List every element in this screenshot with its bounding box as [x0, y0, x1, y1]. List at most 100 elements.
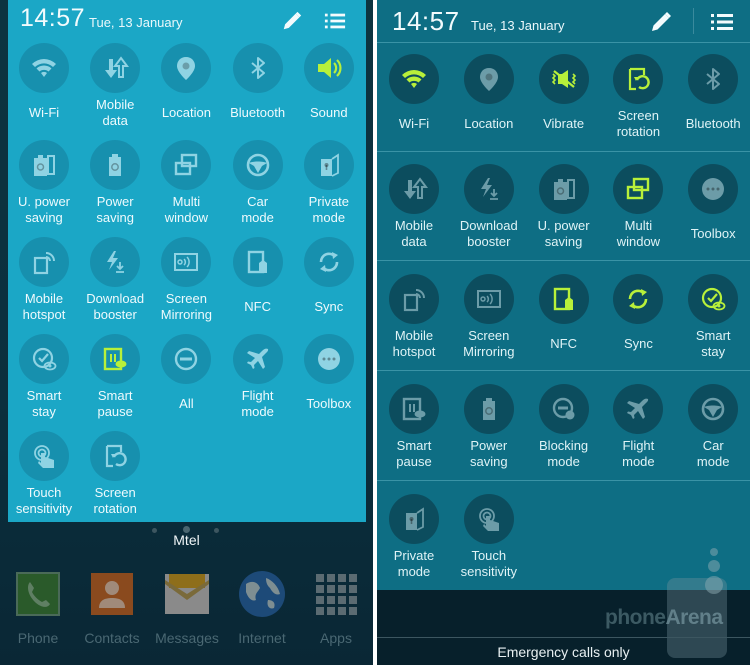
- pencil-icon[interactable]: [649, 10, 673, 34]
- toggle-button[interactable]: [613, 164, 664, 214]
- toggle-button[interactable]: [463, 274, 514, 324]
- toggle-button[interactable]: [463, 54, 514, 104]
- toggle-button[interactable]: [303, 140, 354, 190]
- toggle-button[interactable]: [90, 43, 141, 93]
- dock-messages[interactable]: Messages: [155, 572, 219, 646]
- list-icon[interactable]: [710, 12, 734, 32]
- quick-setting-toggle[interactable]: Sound: [293, 43, 365, 129]
- toggle-button[interactable]: [19, 43, 69, 93]
- quick-setting-toggle[interactable]: Toolbox: [677, 164, 749, 250]
- quick-setting-toggle[interactable]: NFC: [222, 237, 294, 323]
- quick-setting-toggle[interactable]: Private mode: [293, 140, 365, 226]
- toggle-button[interactable]: [90, 334, 141, 384]
- quick-setting-toggle[interactable]: Mobile data: [79, 43, 151, 129]
- pencil-icon[interactable]: [281, 10, 303, 32]
- quick-setting-toggle[interactable]: Mobile data: [378, 164, 450, 250]
- toggle-button[interactable]: [688, 54, 739, 104]
- toggle-button[interactable]: [90, 237, 141, 287]
- toggle-button[interactable]: [19, 334, 69, 384]
- list-icon[interactable]: [324, 11, 346, 31]
- toggle-button[interactable]: [232, 140, 283, 190]
- toggle-button[interactable]: [19, 140, 69, 190]
- quick-setting-toggle[interactable]: Flight mode: [222, 334, 294, 420]
- smart-pause-icon: [103, 347, 127, 371]
- quick-setting-toggle[interactable]: Touch sensitivity: [8, 431, 80, 517]
- dock-internet[interactable]: Internet: [232, 571, 292, 646]
- dock-phone[interactable]: Phone: [8, 572, 68, 646]
- toggle-button[interactable]: [463, 384, 514, 434]
- toggle-button[interactable]: [688, 164, 739, 214]
- toggle-button[interactable]: [538, 164, 589, 214]
- toggle-button[interactable]: [161, 237, 212, 287]
- toggle-button[interactable]: [613, 54, 664, 104]
- toggle-button[interactable]: [19, 431, 69, 481]
- toggle-button[interactable]: [161, 334, 212, 384]
- quick-setting-toggle[interactable]: U. power saving: [8, 140, 80, 226]
- quick-setting-toggle[interactable]: Smart pause: [378, 384, 450, 470]
- toggle-button[interactable]: [538, 54, 589, 104]
- quick-setting-toggle[interactable]: Screen rotation: [602, 54, 674, 140]
- toggle-button[interactable]: [463, 164, 514, 214]
- toggle-button[interactable]: [389, 54, 439, 104]
- quick-setting-toggle[interactable]: Download booster: [79, 237, 151, 323]
- toggle-button[interactable]: [161, 43, 212, 93]
- quick-setting-toggle[interactable]: Screen rotation: [79, 431, 151, 517]
- quick-setting-toggle[interactable]: Wi-Fi: [378, 54, 450, 140]
- quick-setting-toggle[interactable]: Smart stay: [8, 334, 80, 420]
- toggle-button[interactable]: [389, 164, 439, 214]
- toggle-button[interactable]: [232, 334, 283, 384]
- quick-setting-toggle[interactable]: Sync: [602, 274, 674, 360]
- toggle-button[interactable]: [688, 274, 739, 324]
- quick-setting-toggle[interactable]: NFC: [528, 274, 600, 360]
- toggle-button[interactable]: [463, 494, 514, 544]
- quick-setting-toggle[interactable]: Bluetooth: [677, 54, 749, 140]
- toggle-button[interactable]: [538, 274, 589, 324]
- quick-setting-toggle[interactable]: All: [150, 334, 222, 420]
- toggle-button[interactable]: [389, 274, 439, 324]
- quick-setting-toggle[interactable]: Mobile hotspot: [378, 274, 450, 360]
- quick-setting-toggle[interactable]: Bluetooth: [222, 43, 294, 129]
- quick-setting-toggle[interactable]: Wi-Fi: [8, 43, 80, 129]
- dock-label: Apps: [320, 630, 352, 646]
- toggle-button[interactable]: [688, 384, 739, 434]
- quick-setting-toggle[interactable]: U. power saving: [528, 164, 600, 250]
- quick-setting-toggle[interactable]: Download booster: [453, 164, 525, 250]
- toggle-button[interactable]: [389, 384, 439, 434]
- quick-setting-toggle[interactable]: Power saving: [79, 140, 151, 226]
- quick-setting-toggle[interactable]: Smart pause: [79, 334, 151, 420]
- quick-setting-toggle[interactable]: Car mode: [677, 384, 749, 470]
- toggle-button[interactable]: [303, 237, 354, 287]
- quick-setting-toggle[interactable]: Screen Mirroring: [150, 237, 222, 323]
- quick-setting-toggle[interactable]: Location: [453, 54, 525, 140]
- toggle-button[interactable]: [538, 384, 589, 434]
- toggle-button[interactable]: [161, 140, 212, 190]
- quick-setting-toggle[interactable]: Multi window: [602, 164, 674, 250]
- quick-setting-toggle[interactable]: Mobile hotspot: [8, 237, 80, 323]
- toggle-button[interactable]: [90, 140, 141, 190]
- toggle-button[interactable]: [19, 237, 69, 287]
- quick-setting-toggle[interactable]: Sync: [293, 237, 365, 323]
- quick-setting-toggle[interactable]: Power saving: [453, 384, 525, 470]
- toggle-button[interactable]: [90, 431, 141, 481]
- quick-setting-toggle[interactable]: Flight mode: [602, 384, 674, 470]
- quick-setting-toggle[interactable]: Private mode: [378, 494, 450, 580]
- toggle-button[interactable]: [232, 43, 283, 93]
- quick-setting-toggle[interactable]: Screen Mirroring: [453, 274, 525, 360]
- quick-setting-toggle[interactable]: Touch sensitivity: [453, 494, 525, 580]
- toggle-button[interactable]: [613, 274, 664, 324]
- quick-setting-toggle[interactable]: Location: [150, 43, 222, 129]
- toggle-button[interactable]: [613, 384, 664, 434]
- quick-setting-toggle[interactable]: Vibrate: [528, 54, 600, 140]
- quick-setting-toggle[interactable]: Car mode: [222, 140, 294, 226]
- quick-setting-toggle[interactable]: Multi window: [150, 140, 222, 226]
- dock-contacts[interactable]: Contacts: [82, 572, 142, 646]
- toggle-button[interactable]: [232, 237, 283, 287]
- quick-setting-toggle[interactable]: Toolbox: [293, 334, 365, 420]
- quick-setting-toggle[interactable]: Blocking mode: [528, 384, 600, 470]
- toggle-button[interactable]: [303, 334, 354, 384]
- toggle-button[interactable]: [389, 494, 439, 544]
- dock-apps[interactable]: Apps: [306, 572, 366, 646]
- quick-setting-toggle[interactable]: Smart stay: [677, 274, 749, 360]
- row-divider: [377, 370, 750, 371]
- toggle-button[interactable]: [303, 43, 354, 93]
